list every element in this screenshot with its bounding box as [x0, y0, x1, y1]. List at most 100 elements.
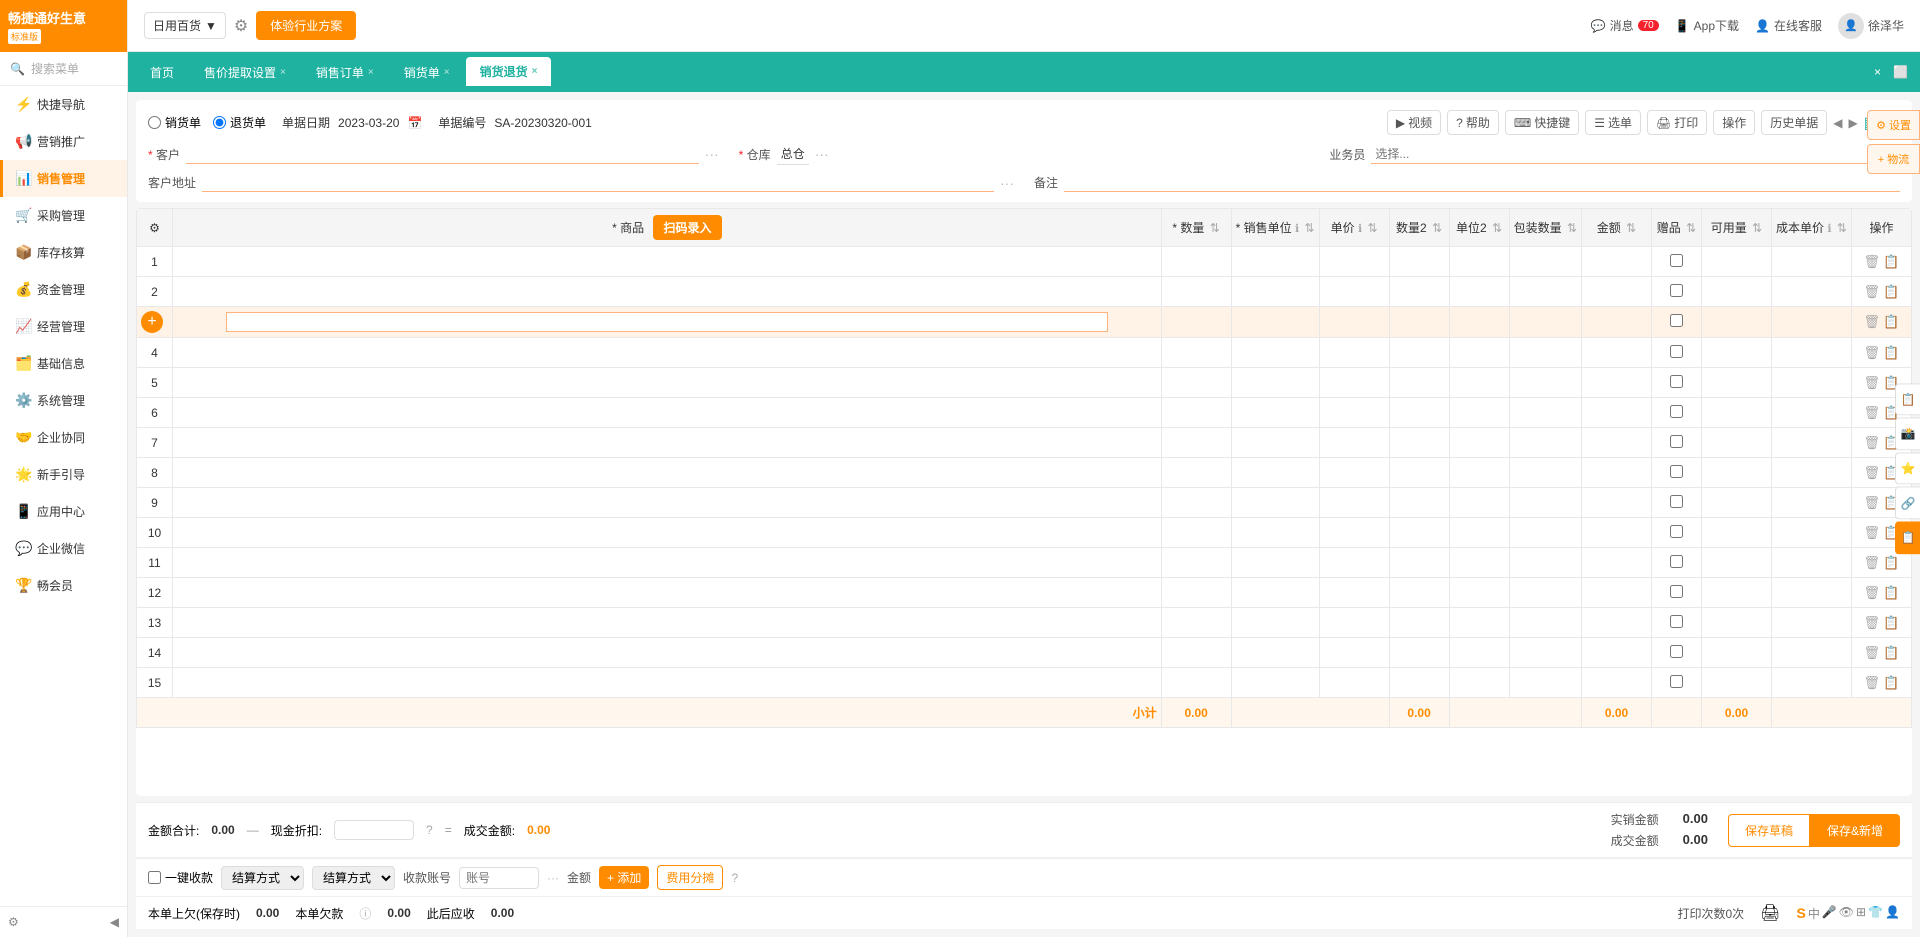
row-qty2[interactable] — [1389, 307, 1449, 338]
row-amount[interactable] — [1582, 307, 1652, 338]
online-service-btn[interactable]: 👤 在线客服 — [1755, 17, 1822, 34]
row-unit[interactable] — [1231, 338, 1319, 368]
row-price[interactable] — [1319, 247, 1389, 277]
row-product[interactable] — [173, 338, 1162, 368]
debt-circle-icon[interactable]: ⓘ — [359, 905, 371, 922]
row-gift[interactable] — [1652, 398, 1702, 428]
row-pkg[interactable] — [1509, 668, 1581, 698]
row-amount[interactable] — [1582, 398, 1652, 428]
row-product[interactable] — [173, 458, 1162, 488]
row-pkg[interactable] — [1509, 428, 1581, 458]
row-amount[interactable] — [1582, 668, 1652, 698]
settings-side-btn[interactable]: ⚙ 设置 — [1867, 110, 1920, 140]
search-menu[interactable]: 🔍 搜索菜单 — [0, 52, 127, 86]
gift-checkbox[interactable] — [1670, 555, 1683, 568]
row-amount[interactable] — [1582, 608, 1652, 638]
table-scroll[interactable]: ⚙ * 商品 扫码录入 * 数量 ⇅ * 销售单位 — [136, 208, 1912, 796]
row-unit2[interactable] — [1449, 247, 1509, 277]
col-unit-sort[interactable]: ⇅ — [1305, 221, 1315, 235]
row-qty2[interactable] — [1389, 247, 1449, 277]
experience-btn[interactable]: 体验行业方案 — [256, 11, 356, 40]
row-amount[interactable] — [1582, 548, 1652, 578]
right-panel-btn-3[interactable]: ⭐ — [1895, 452, 1920, 485]
fee-help-icon[interactable]: ? — [731, 871, 738, 885]
gift-checkbox[interactable] — [1670, 345, 1683, 358]
tab-sales-delivery[interactable]: 销货单 × — [390, 58, 464, 87]
row-pkg[interactable] — [1509, 458, 1581, 488]
sidebar-item-wechat[interactable]: 💬 企业微信 — [0, 530, 127, 567]
tab-sales-delivery-close-icon[interactable]: × — [444, 67, 450, 78]
row-unit[interactable] — [1231, 608, 1319, 638]
row-qty2[interactable] — [1389, 277, 1449, 307]
row-unit[interactable] — [1231, 488, 1319, 518]
row-unit2[interactable] — [1449, 488, 1509, 518]
gift-checkbox[interactable] — [1670, 585, 1683, 598]
row-unit2[interactable] — [1449, 338, 1509, 368]
row-unit[interactable] — [1231, 307, 1319, 338]
row-price[interactable] — [1319, 398, 1389, 428]
copy-row-btn[interactable]: 📋 — [1883, 284, 1899, 299]
row-unit2[interactable] — [1449, 638, 1509, 668]
row-pkg[interactable] — [1509, 398, 1581, 428]
row-price[interactable] — [1319, 458, 1389, 488]
row-qty2[interactable] — [1389, 518, 1449, 548]
icon-grid[interactable]: ⊞ — [1856, 905, 1866, 922]
delete-row-btn[interactable]: 🗑 — [1863, 525, 1880, 540]
product-input[interactable] — [226, 312, 1108, 332]
row-price[interactable] — [1319, 338, 1389, 368]
row-product[interactable] — [173, 488, 1162, 518]
logistics-side-btn[interactable]: + 物流 — [1867, 144, 1920, 174]
row-unit2[interactable] — [1449, 548, 1509, 578]
remark-input[interactable] — [1064, 173, 1900, 192]
radio-return-input[interactable] — [213, 116, 226, 129]
row-pkg[interactable] — [1509, 518, 1581, 548]
row-unit2[interactable] — [1449, 307, 1509, 338]
copy-row-btn[interactable]: 📋 — [1883, 254, 1899, 269]
dots-account[interactable]: ··· — [547, 871, 559, 885]
row-qty2[interactable] — [1389, 608, 1449, 638]
copy-row-btn[interactable]: 📋 — [1883, 645, 1899, 660]
gift-checkbox[interactable] — [1670, 375, 1683, 388]
row-qty[interactable] — [1161, 548, 1231, 578]
row-product[interactable] — [173, 307, 1162, 338]
sidebar-item-purchase[interactable]: 🛒 采购管理 — [0, 197, 127, 234]
row-product[interactable] — [173, 398, 1162, 428]
settings-gear-icon[interactable]: ⚙ — [234, 16, 248, 36]
col-qty2-sort[interactable]: ⇅ — [1432, 221, 1442, 235]
col-pkg-sort[interactable]: ⇅ — [1567, 221, 1577, 235]
copy-row-btn[interactable]: 📋 — [1883, 555, 1899, 570]
row-pkg[interactable] — [1509, 247, 1581, 277]
right-panel-btn-4[interactable]: 🔗 — [1895, 487, 1920, 520]
row-product[interactable] — [173, 548, 1162, 578]
row-amount[interactable] — [1582, 638, 1652, 668]
sidebar-item-system[interactable]: ⚙️ 系统管理 — [0, 382, 127, 419]
sidebar-item-quick-nav[interactable]: ⚡ 快捷导航 — [0, 86, 127, 123]
row-unit2[interactable] — [1449, 458, 1509, 488]
row-qty2[interactable] — [1389, 578, 1449, 608]
user-avatar[interactable]: 👤 徐泽华 — [1838, 13, 1904, 39]
row-price[interactable] — [1319, 277, 1389, 307]
row-qty2[interactable] — [1389, 548, 1449, 578]
account-input[interactable] — [459, 867, 539, 889]
row-gift[interactable] — [1652, 428, 1702, 458]
row-qty[interactable] — [1161, 638, 1231, 668]
row-price[interactable] — [1319, 368, 1389, 398]
row-product[interactable] — [173, 608, 1162, 638]
help-question-icon[interactable]: ? — [426, 823, 433, 837]
right-panel-btn-2[interactable]: 📸 — [1895, 418, 1920, 451]
gift-checkbox[interactable] — [1670, 675, 1683, 688]
tab-sales-order[interactable]: 销售订单 × — [302, 58, 388, 87]
row-qty2[interactable] — [1389, 338, 1449, 368]
gift-checkbox[interactable] — [1670, 314, 1683, 327]
row-unit[interactable] — [1231, 398, 1319, 428]
gift-checkbox[interactable] — [1670, 465, 1683, 478]
onestep-payment-checkbox[interactable] — [148, 871, 161, 884]
row-qty2[interactable] — [1389, 398, 1449, 428]
gift-checkbox[interactable] — [1670, 284, 1683, 297]
delete-row-btn[interactable]: 🗑 — [1863, 435, 1880, 450]
sidebar-item-operations[interactable]: 📈 经营管理 — [0, 308, 127, 345]
sidebar-item-basics[interactable]: 🗂️ 基础信息 — [0, 345, 127, 382]
row-gift[interactable] — [1652, 668, 1702, 698]
icon-s[interactable]: S — [1796, 905, 1805, 922]
sidebar-item-appstore[interactable]: 📱 应用中心 — [0, 493, 127, 530]
